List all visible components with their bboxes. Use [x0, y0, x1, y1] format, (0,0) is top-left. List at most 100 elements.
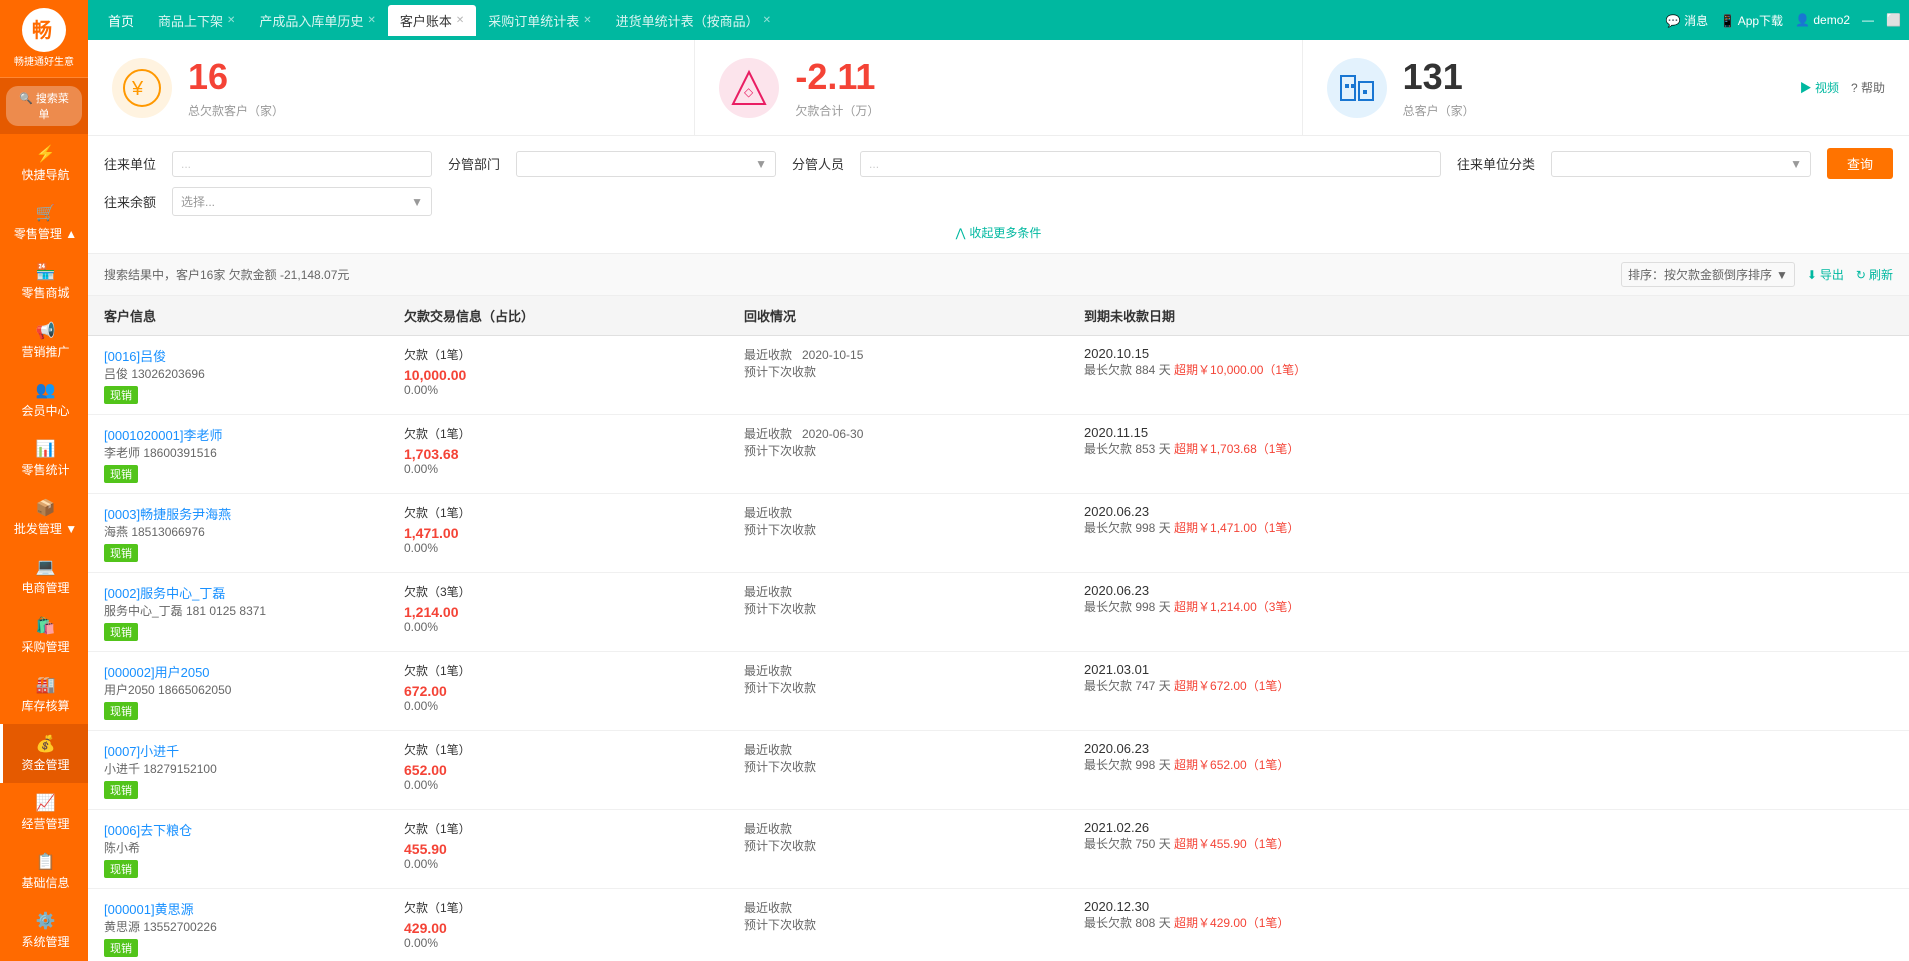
- overdue-days-7: 最长欠款 808 天 超期￥429.00（1笔）: [1084, 914, 1893, 931]
- search-button[interactable]: 查询: [1827, 148, 1893, 179]
- debt-info-7: 欠款（1笔） 429.00 0.00%: [404, 899, 744, 950]
- table-header: 客户信息 欠款交易信息（占比） 回收情况 到期未收款日期: [88, 296, 1909, 336]
- tab-purchase-by-product[interactable]: 进货单统计表（按商品） ✕: [604, 5, 783, 36]
- collapse-btn[interactable]: ⋀ 收起更多条件: [956, 224, 1042, 241]
- sidebar-item-quick-nav[interactable]: ⚡ 快捷导航: [0, 134, 88, 193]
- overdue-amount-5[interactable]: 超期￥652.00（1笔）: [1174, 758, 1289, 772]
- sidebar-item-member[interactable]: 👥 会员中心: [0, 370, 88, 429]
- table-row: [0016]吕俊 吕俊 13026203696 现销 欠款（1笔） 10,000…: [88, 336, 1909, 415]
- sidebar-item-ecommerce[interactable]: 💻 电商管理: [0, 547, 88, 606]
- tab-finished-goods[interactable]: 产成品入库单历史 ✕: [247, 5, 387, 36]
- collection-info-2: 最近收款 预计下次收款: [744, 504, 1084, 538]
- topbar-actions: 💬 消息 📱 App下载 👤 demo2 — ⬜: [1666, 12, 1901, 29]
- window-maximize-btn[interactable]: ⬜: [1886, 13, 1901, 27]
- close-tab-customer-account[interactable]: ✕: [456, 15, 464, 26]
- col-header-customer: 客户信息: [104, 306, 404, 325]
- customer-name-0[interactable]: [0016]吕俊: [104, 346, 404, 365]
- video-btn[interactable]: ▶ 视频: [1800, 79, 1839, 96]
- sidebar-item-retail-stats[interactable]: 📊 零售统计: [0, 429, 88, 488]
- sidebar-item-retail-mgmt[interactable]: 🛒 零售管理 ▲: [0, 193, 88, 252]
- table-row: [000001]黄思源 黄思源 13552700226 现销 欠款（1笔） 42…: [88, 889, 1909, 961]
- close-tab-purchase-by-product[interactable]: ✕: [763, 15, 771, 26]
- filter-input-unit[interactable]: ...: [172, 151, 432, 177]
- overdue-days-3: 最长欠款 998 天 超期￥1,214.00（3笔）: [1084, 598, 1893, 615]
- user-avatar[interactable]: 👤 demo2: [1795, 13, 1850, 27]
- tab-product-listing[interactable]: 商品上下架 ✕: [146, 5, 247, 36]
- sidebar-item-finance[interactable]: 💰 资金管理: [0, 724, 88, 783]
- result-info-bar: 搜索结果中，客户16家 欠款金额 -21,148.07元 排序：按欠款金额倒序排…: [88, 254, 1909, 296]
- overdue-days-5: 最长欠款 998 天 超期￥652.00（1笔）: [1084, 756, 1893, 773]
- sidebar-item-marketing[interactable]: 📢 营销推广: [0, 311, 88, 370]
- sidebar-item-retail-mall[interactable]: 🏪 零售商城: [0, 252, 88, 311]
- filter-input-person[interactable]: ...: [860, 151, 1441, 177]
- debt-info-2: 欠款（1笔） 1,471.00 0.00%: [404, 504, 744, 555]
- debt-info-3: 欠款（3笔） 1,214.00 0.00%: [404, 583, 744, 634]
- help-btn[interactable]: ? 帮助: [1851, 79, 1885, 96]
- overdue-amount-3[interactable]: 超期￥1,214.00（3笔）: [1174, 600, 1299, 614]
- customer-name-7[interactable]: [000001]黄思源: [104, 899, 404, 918]
- overdue-amount-4[interactable]: 超期￥672.00（1笔）: [1174, 679, 1289, 693]
- customer-name-5[interactable]: [0007]小进千: [104, 741, 404, 760]
- debt-count-6: 欠款（1笔）: [404, 820, 744, 837]
- overdue-amount-0[interactable]: 超期￥10,000.00（1笔）: [1174, 363, 1306, 377]
- stat-label-total-customers: 总客户（家）: [1403, 102, 1475, 119]
- export-icon: ⬇: [1807, 268, 1817, 282]
- last-collect-4: 最近收款: [744, 662, 1084, 679]
- tab-customer-account[interactable]: 客户账本 ✕: [388, 5, 476, 36]
- close-tab-finished-goods[interactable]: ✕: [367, 15, 375, 26]
- app-download-btn[interactable]: 📱 App下载: [1720, 12, 1783, 29]
- collection-info-5: 最近收款 预计下次收款: [744, 741, 1084, 775]
- filter-select-balance[interactable]: 选择... ▼: [172, 187, 432, 216]
- due-date-info-2: 2020.06.23 最长欠款 998 天 超期￥1,471.00（1笔）: [1084, 504, 1893, 536]
- close-tab-product-listing[interactable]: ✕: [227, 15, 235, 26]
- debt-amount-4: 672.00: [404, 683, 744, 699]
- sidebar-item-system[interactable]: ⚙️ 系统管理: [0, 901, 88, 960]
- overdue-amount-2[interactable]: 超期￥1,471.00（1笔）: [1174, 521, 1299, 535]
- window-minimize-btn[interactable]: —: [1862, 13, 1874, 27]
- customer-info-6: [0006]去下粮仓 陈小希 现销: [104, 820, 404, 878]
- customer-tag-4: 现销: [104, 702, 138, 720]
- svg-text:◇: ◇: [744, 85, 754, 99]
- sidebar-item-purchase[interactable]: 🛍️ 采购管理: [0, 606, 88, 665]
- collection-info-4: 最近收款 预计下次收款: [744, 662, 1084, 696]
- sidebar-item-wholesale[interactable]: 📦 批发管理 ▼: [0, 488, 88, 547]
- debt-percent-0: 0.00%: [404, 383, 744, 397]
- tab-purchase-order-stats[interactable]: 采购订单统计表 ✕: [476, 5, 603, 36]
- debt-info-1: 欠款（1笔） 1,703.68 0.00%: [404, 425, 744, 476]
- customer-name-2[interactable]: [0003]畅捷服务尹海燕: [104, 504, 404, 523]
- customer-name-3[interactable]: [0002]服务中心_丁磊: [104, 583, 404, 602]
- logo-icon: 畅: [22, 8, 66, 52]
- sidebar-item-inventory[interactable]: 🏭 库存核算: [0, 665, 88, 724]
- due-date-info-0: 2020.10.15 最长欠款 884 天 超期￥10,000.00（1笔）: [1084, 346, 1893, 378]
- filter-select-dept[interactable]: ▼: [516, 151, 776, 177]
- filter-label-person: 分管人员: [792, 154, 844, 173]
- message-btn[interactable]: 💬 消息: [1666, 12, 1708, 29]
- overdue-amount-1[interactable]: 超期￥1,703.68（1笔）: [1174, 442, 1299, 456]
- sidebar-item-basic-info[interactable]: 📋 基础信息: [0, 842, 88, 901]
- search-menu-item[interactable]: 🔍 搜索菜单: [6, 86, 82, 126]
- overdue-days-6: 最长欠款 750 天 超期￥455.90（1笔）: [1084, 835, 1893, 852]
- chevron-down-icon-dept: ▼: [755, 157, 767, 171]
- close-tab-purchase-order-stats[interactable]: ✕: [583, 15, 591, 26]
- stat-icon-debt-total: ◇: [719, 58, 779, 118]
- debt-info-0: 欠款（1笔） 10,000.00 0.00%: [404, 346, 744, 397]
- sort-select[interactable]: 排序：按欠款金额倒序排序 ▼: [1621, 262, 1795, 287]
- stat-value-debt-total: -2.11: [795, 56, 879, 98]
- overdue-amount-6[interactable]: 超期￥455.90（1笔）: [1174, 837, 1289, 851]
- export-btn[interactable]: ⬇ 导出: [1807, 266, 1844, 283]
- stat-card-total-customers: 131 总客户（家） ▶ 视频 ? 帮助: [1303, 40, 1909, 135]
- due-date-info-6: 2021.02.26 最长欠款 750 天 超期￥455.90（1笔）: [1084, 820, 1893, 852]
- due-date-info-4: 2021.03.01 最长欠款 747 天 超期￥672.00（1笔）: [1084, 662, 1893, 694]
- sidebar-item-ops[interactable]: 📈 经营管理: [0, 783, 88, 842]
- tab-home[interactable]: 首页: [96, 5, 146, 36]
- chevron-down-icon-balance: ▼: [411, 195, 423, 209]
- customer-name-6[interactable]: [0006]去下粮仓: [104, 820, 404, 839]
- customer-name-4[interactable]: [000002]用户2050: [104, 662, 404, 681]
- customer-name-1[interactable]: [0001020001]李老师: [104, 425, 404, 444]
- debt-amount-2: 1,471.00: [404, 525, 744, 541]
- refresh-btn[interactable]: ↻ 刷新: [1856, 266, 1893, 283]
- next-collect-3: 预计下次收款: [744, 600, 1084, 617]
- customer-tag-5: 现销: [104, 781, 138, 799]
- filter-select-unit-type[interactable]: ▼: [1551, 151, 1811, 177]
- overdue-amount-7[interactable]: 超期￥429.00（1笔）: [1174, 916, 1289, 930]
